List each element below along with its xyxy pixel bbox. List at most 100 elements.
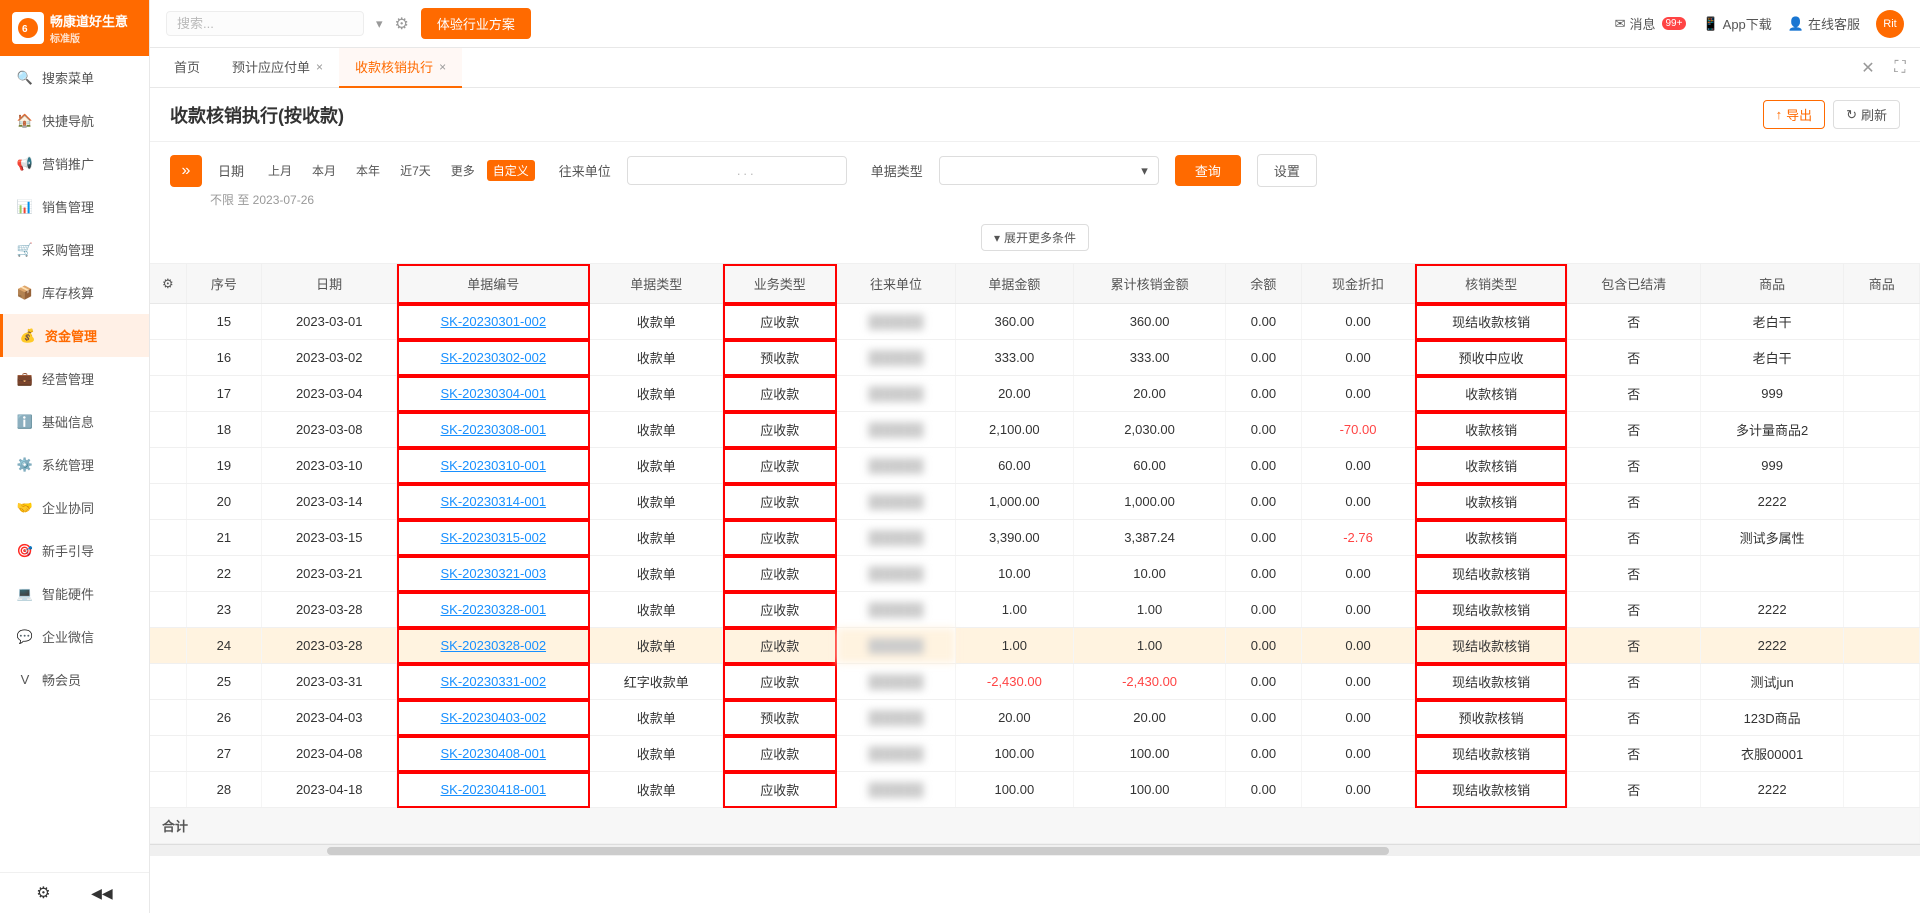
table-cell: 0.00 <box>1301 376 1415 412</box>
topbar-dropdown-icon[interactable]: ▾ <box>376 16 383 32</box>
doc-no-link[interactable]: SK-20230328-002 <box>441 638 547 653</box>
solution-button[interactable]: 体验行业方案 <box>421 8 531 39</box>
table-cell: 19 <box>186 448 261 484</box>
table-cell: 18 <box>186 412 261 448</box>
doc-no-link[interactable]: SK-20230408-001 <box>441 746 547 761</box>
sidebar-item-marketing[interactable]: 📢 营销推广 <box>0 142 149 185</box>
tab-receipts-close-icon[interactable]: × <box>439 60 446 74</box>
doc-no-cell[interactable]: SK-20230310-001 <box>397 448 590 484</box>
filter-settings-button[interactable]: 设置 <box>1257 154 1317 187</box>
table-cell: ██████ <box>837 520 956 556</box>
doc-no-cell[interactable]: SK-20230328-001 <box>397 592 590 628</box>
logo-icon: 6 <box>12 12 44 44</box>
app-download-button[interactable]: 📱 App下载 <box>1702 14 1771 33</box>
sidebar-item-finance[interactable]: 💰 资金管理 <box>0 314 149 357</box>
topbar-search-input[interactable] <box>166 11 364 36</box>
tab-home[interactable]: 首页 <box>158 48 216 88</box>
refresh-icon: ↻ <box>1846 107 1857 123</box>
table-cell: 收款单 <box>590 628 723 664</box>
date-btn-7days[interactable]: 近7天 <box>392 159 439 182</box>
doc-no-cell[interactable]: SK-20230321-003 <box>397 556 590 592</box>
sidebar-item-members[interactable]: V 畅会员 <box>0 658 149 701</box>
table-cell: 999 <box>1700 376 1844 412</box>
doc-type-select[interactable]: ▾ <box>939 156 1159 185</box>
date-filter-label: 日期 <box>218 161 244 180</box>
tab-prepay-close-icon[interactable]: × <box>316 60 323 74</box>
col-settings[interactable]: ⚙ <box>150 264 186 304</box>
doc-no-cell[interactable]: SK-20230331-002 <box>397 664 590 700</box>
doc-no-cell[interactable]: SK-20230418-001 <box>397 772 590 808</box>
sidebar-item-operations[interactable]: 💼 经营管理 <box>0 357 149 400</box>
table-cell: ██████ <box>837 484 956 520</box>
table-cell <box>150 304 186 340</box>
horizontal-scrollbar[interactable] <box>150 844 1920 856</box>
doc-no-link[interactable]: SK-20230328-001 <box>441 602 547 617</box>
sidebar-item-enterprise-coop[interactable]: 🤝 企业协同 <box>0 486 149 529</box>
filter-expand-arrow[interactable]: » <box>170 155 202 187</box>
table-cell: 3,390.00 <box>955 520 1073 556</box>
sidebar-item-search-menu[interactable]: 🔍 搜索菜单 <box>0 56 149 99</box>
table-cell: 衣服00001 <box>1700 736 1844 772</box>
sidebar-item-inventory[interactable]: 📦 库存核算 <box>0 271 149 314</box>
chart-icon: 📊 <box>16 198 34 216</box>
doc-no-link[interactable]: SK-20230310-001 <box>441 458 547 473</box>
sidebar-item-smart-hardware[interactable]: 💻 智能硬件 <box>0 572 149 615</box>
doc-no-cell[interactable]: SK-20230328-002 <box>397 628 590 664</box>
sidebar-item-enterprise-wechat[interactable]: 💬 企业微信 <box>0 615 149 658</box>
doc-no-link[interactable]: SK-20230304-001 <box>441 386 547 401</box>
doc-no-link[interactable]: SK-20230301-002 <box>441 314 547 329</box>
doc-no-link[interactable]: SK-20230302-002 <box>441 350 547 365</box>
notification-button[interactable]: ✉ 消息 99+ <box>1615 14 1687 33</box>
table-cell: 0.00 <box>1301 484 1415 520</box>
negative-value: -70.00 <box>1340 422 1377 437</box>
sidebar-item-basic-info[interactable]: ℹ️ 基础信息 <box>0 400 149 443</box>
doc-no-link[interactable]: SK-20230331-002 <box>441 674 547 689</box>
table-cell: 100.00 <box>1073 772 1225 808</box>
col-doc-type: 单据类型 <box>590 264 723 304</box>
biz-type-cell: 应收款 <box>723 304 837 340</box>
refresh-button[interactable]: ↻ 刷新 <box>1833 100 1900 129</box>
partner-dots[interactable]: ... <box>737 163 757 178</box>
sidebar-item-starter[interactable]: 🎯 新手引导 <box>0 529 149 572</box>
doc-no-link[interactable]: SK-20230418-001 <box>441 782 547 797</box>
doc-no-cell[interactable]: SK-20230304-001 <box>397 376 590 412</box>
date-btn-this-month[interactable]: 本月 <box>304 159 344 182</box>
tab-prepay-payable[interactable]: 预计应应付单 × <box>216 48 339 88</box>
close-tab-icon[interactable]: ✕ <box>1856 56 1880 80</box>
doc-no-cell[interactable]: SK-20230302-002 <box>397 340 590 376</box>
sidebar-item-quick-nav[interactable]: 🏠 快捷导航 <box>0 99 149 142</box>
doc-no-cell[interactable]: SK-20230408-001 <box>397 736 590 772</box>
table-cell: 100.00 <box>955 736 1073 772</box>
sidebar-item-purchase[interactable]: 🛒 采购管理 <box>0 228 149 271</box>
date-btn-more[interactable]: 更多 <box>443 159 483 182</box>
doc-no-link[interactable]: SK-20230315-002 <box>441 530 547 545</box>
date-custom-btn[interactable]: 自定义 <box>487 160 535 181</box>
doc-no-link[interactable]: SK-20230403-002 <box>441 710 547 725</box>
sidebar-item-sales[interactable]: 📊 销售管理 <box>0 185 149 228</box>
maximize-tab-icon[interactable]: ⛶ <box>1888 56 1912 80</box>
tab-receipts-exec[interactable]: 收款核销执行 × <box>339 48 462 88</box>
query-button[interactable]: 查询 <box>1175 155 1241 186</box>
doc-no-link[interactable]: SK-20230308-001 <box>441 422 547 437</box>
verify-type-cell: 现结收款核销 <box>1415 664 1567 700</box>
date-btn-last-month[interactable]: 上月 <box>260 159 300 182</box>
doc-no-cell[interactable]: SK-20230314-001 <box>397 484 590 520</box>
expand-conditions-button[interactable]: ▾ 展开更多条件 <box>981 224 1089 251</box>
export-button[interactable]: ↑ 导出 <box>1763 100 1826 129</box>
partner-filter-input[interactable]: ... <box>627 156 847 185</box>
user-avatar[interactable]: Rit <box>1876 10 1904 38</box>
doc-no-cell[interactable]: SK-20230308-001 <box>397 412 590 448</box>
table-cell: 25 <box>186 664 261 700</box>
date-btn-this-year[interactable]: 本年 <box>348 159 388 182</box>
sidebar-collapse-icon[interactable]: ◀◀ <box>91 885 113 902</box>
sidebar-item-system[interactable]: ⚙️ 系统管理 <box>0 443 149 486</box>
doc-no-cell[interactable]: SK-20230403-002 <box>397 700 590 736</box>
biz-type-cell: 应收款 <box>723 448 837 484</box>
doc-no-link[interactable]: SK-20230314-001 <box>441 494 547 509</box>
doc-no-cell[interactable]: SK-20230315-002 <box>397 520 590 556</box>
sidebar-settings-icon[interactable]: ⚙ <box>36 883 50 903</box>
topbar-settings-gear-icon[interactable]: ⚙ <box>395 14 409 34</box>
doc-no-link[interactable]: SK-20230321-003 <box>441 566 547 581</box>
online-service-button[interactable]: 👤 在线客服 <box>1788 14 1860 33</box>
doc-no-cell[interactable]: SK-20230301-002 <box>397 304 590 340</box>
